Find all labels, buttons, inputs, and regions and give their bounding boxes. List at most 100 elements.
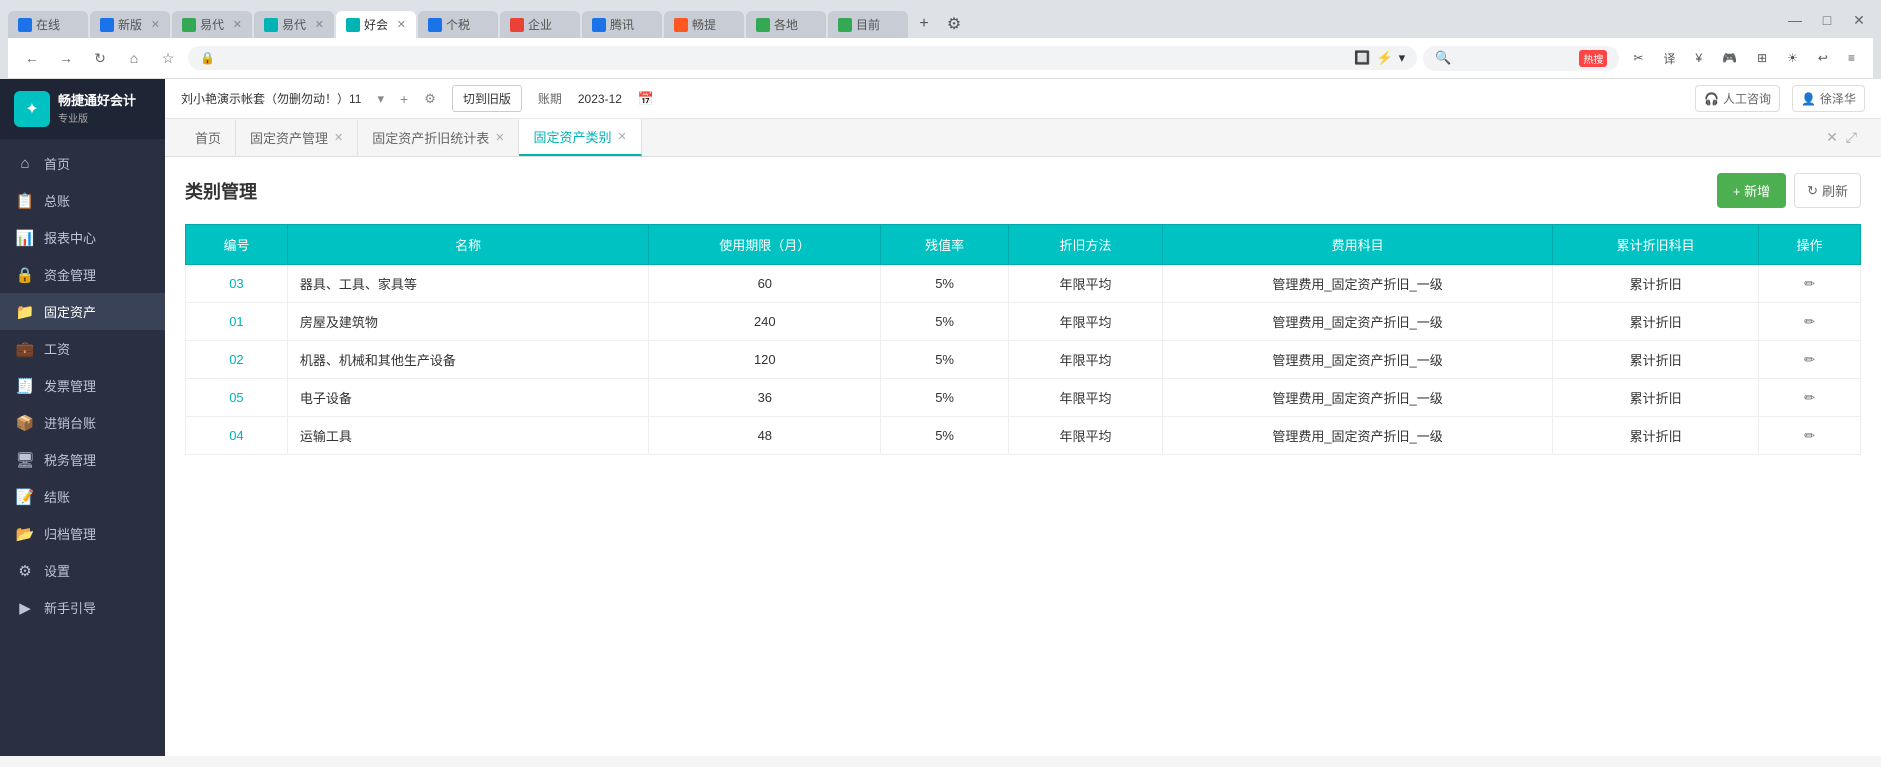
- cell-depreciation-0: 累计折旧: [1553, 265, 1759, 303]
- sidebar-item-guide[interactable]: ▶ 新手引导: [0, 589, 165, 626]
- forward-button[interactable]: →: [52, 44, 80, 72]
- browser-tab-t4[interactable]: 易代 ✕: [254, 11, 334, 38]
- dropdown-icon[interactable]: ▾: [1399, 50, 1406, 66]
- cell-id-4: 04: [186, 417, 288, 455]
- page-tab-home[interactable]: 首页: [181, 120, 236, 155]
- reload-button[interactable]: ↻: [86, 44, 114, 72]
- browser-tab-t5[interactable]: 好会 ✕: [336, 11, 416, 38]
- sidebar-item-archive[interactable]: 📂 归档管理: [0, 515, 165, 552]
- sidebar-item-settings[interactable]: ⚙ 设置: [0, 552, 165, 589]
- page-tab-depreciation[interactable]: 固定资产折旧统计表 ✕: [358, 120, 519, 155]
- edit-icon-3[interactable]: ✏: [1804, 390, 1815, 405]
- page-tab-close-category[interactable]: ✕: [618, 130, 627, 143]
- calendar-icon[interactable]: 📅: [638, 91, 654, 107]
- history-button[interactable]: ↩: [1810, 46, 1836, 71]
- period-label: 账期: [538, 90, 562, 107]
- scissors-button[interactable]: ✂: [1625, 46, 1651, 71]
- table-row: 03 器具、工具、家具等 60 5% 年限平均 管理费用_固定资产折旧_一级 累…: [186, 265, 1861, 303]
- sidebar-item-report[interactable]: 📊 报表中心: [0, 219, 165, 256]
- page-tab-expand-icon[interactable]: ⤢: [1846, 129, 1857, 146]
- browser-menu-button[interactable]: ≡: [1840, 46, 1863, 71]
- app-logo-text: 畅捷通好会计 专业版: [58, 93, 136, 125]
- tab-label-t7: 企业: [528, 16, 552, 33]
- back-button[interactable]: ←: [18, 44, 46, 72]
- page-tab-category[interactable]: 固定资产类别 ✕: [519, 119, 641, 156]
- tab-label-t1: 在线: [36, 16, 60, 33]
- game-button[interactable]: 🎮: [1714, 46, 1745, 71]
- switch-version-button[interactable]: 切到旧版: [452, 85, 522, 112]
- translate-button[interactable]: 译: [1655, 46, 1683, 71]
- content-area: 刘小艳演示帐套（勿删勿动！）11 ▾ + ⚙ 切到旧版 账期 2023-12 📅…: [165, 79, 1881, 756]
- home-button[interactable]: ⌂: [120, 44, 148, 72]
- refresh-button[interactable]: ↻ 刷新: [1794, 173, 1861, 208]
- edit-icon-1[interactable]: ✏: [1804, 314, 1815, 329]
- new-tab-button[interactable]: +: [910, 10, 938, 38]
- refresh-label: 刷新: [1822, 181, 1848, 200]
- cell-action-0[interactable]: ✏: [1759, 265, 1861, 303]
- bookmark-star-icon[interactable]: ⚡: [1376, 50, 1392, 66]
- page-tab-fixed-mgmt[interactable]: 固定资产管理 ✕: [236, 120, 358, 155]
- sidebar-item-stock[interactable]: 📦 进销台账: [0, 404, 165, 441]
- sidebar-item-fixed-assets[interactable]: 📁 固定资产: [0, 293, 165, 330]
- sidebar-item-checkout[interactable]: 📝 结账: [0, 478, 165, 515]
- add-account-button[interactable]: +: [400, 91, 408, 107]
- edit-icon-0[interactable]: ✏: [1804, 276, 1815, 291]
- close-window-button[interactable]: ✕: [1845, 6, 1873, 34]
- header-right: 🎧 人工咨询 👤 徐泽华: [1695, 85, 1865, 112]
- tab-settings-button[interactable]: ⚙: [940, 10, 968, 38]
- settings-gear-icon[interactable]: ⚙: [424, 91, 436, 107]
- sidebar-item-home[interactable]: ⌂ 首页: [0, 145, 165, 182]
- browser-tab-t1[interactable]: 在线: [8, 11, 88, 38]
- sidebar-item-invoice[interactable]: 🧾 发票管理: [0, 367, 165, 404]
- sidebar-item-tax[interactable]: 🖥 税务管理: [0, 441, 165, 478]
- browser-tab-t7[interactable]: 企业: [500, 11, 580, 38]
- page-tab-close-depreciation[interactable]: ✕: [495, 131, 504, 144]
- cell-action-1[interactable]: ✏: [1759, 303, 1861, 341]
- maximize-button[interactable]: □: [1813, 6, 1841, 34]
- cell-action-2[interactable]: ✏: [1759, 341, 1861, 379]
- edit-icon-2[interactable]: ✏: [1804, 352, 1815, 367]
- bookmark-button[interactable]: ☆: [154, 44, 182, 72]
- address-input[interactable]: https://cloud.chanjet.com/accounting/uw1…: [221, 51, 1348, 66]
- chevron-down-icon[interactable]: ▾: [377, 91, 384, 107]
- browser-tab-t10[interactable]: 各地: [746, 11, 826, 38]
- cell-action-4[interactable]: ✏: [1759, 417, 1861, 455]
- address-bar[interactable]: 🔒 https://cloud.chanjet.com/accounting/u…: [188, 46, 1417, 70]
- sidebar-item-funds[interactable]: 🔒 资金管理: [0, 256, 165, 293]
- page-tab-close-all-icon[interactable]: ✕: [1826, 129, 1838, 146]
- browser-tab-t11[interactable]: 目前: [828, 11, 908, 38]
- table-header: 编号 名称 使用期限（月） 残值率 折旧方法 费用科目 累计折旧科目 操作: [186, 225, 1861, 265]
- sidebar-label-checkout: 结账: [44, 487, 70, 506]
- user-profile-button[interactable]: 👤 徐泽华: [1792, 85, 1865, 112]
- theme-button[interactable]: ☀: [1779, 46, 1806, 71]
- sidebar-item-payroll[interactable]: 💼 工资: [0, 330, 165, 367]
- support-button[interactable]: 🎧 人工咨询: [1695, 85, 1780, 112]
- cell-action-3[interactable]: ✏: [1759, 379, 1861, 417]
- page-tab-close-fixed-mgmt[interactable]: ✕: [334, 131, 343, 144]
- add-button[interactable]: + 新增: [1717, 173, 1786, 208]
- sidebar-item-ledger[interactable]: 📋 总账: [0, 182, 165, 219]
- minimize-button[interactable]: —: [1781, 6, 1809, 34]
- sidebar-label-archive: 归档管理: [44, 524, 96, 543]
- search-bar[interactable]: 🔍 360智能抠图免费用 热搜: [1423, 46, 1619, 71]
- browser-tab-t3[interactable]: 易代 ✕: [172, 11, 252, 38]
- tab-label-t4: 易代: [282, 16, 306, 33]
- tab-close-t4[interactable]: ✕: [315, 18, 324, 31]
- search-input[interactable]: 360智能抠图免费用: [1455, 51, 1575, 65]
- coin-button[interactable]: ¥: [1687, 46, 1710, 71]
- edit-icon-4[interactable]: ✏: [1804, 428, 1815, 443]
- period-value: 2023-12: [578, 92, 622, 106]
- tab-close-t5[interactable]: ✕: [397, 18, 406, 31]
- table-row: 05 电子设备 36 5% 年限平均 管理费用_固定资产折旧_一级 累计折旧 ✏: [186, 379, 1861, 417]
- grid-button[interactable]: ⊞: [1749, 46, 1775, 71]
- browser-tab-t9[interactable]: 畅提: [664, 11, 744, 38]
- headset-icon: 🎧: [1704, 92, 1719, 106]
- browser-tab-t6[interactable]: 个税: [418, 11, 498, 38]
- browser-tab-t8[interactable]: 腾讯: [582, 11, 662, 38]
- site-info-icon[interactable]: 🔲: [1354, 50, 1370, 66]
- tab-close-t3[interactable]: ✕: [233, 18, 242, 31]
- tab-close-t2[interactable]: ✕: [151, 18, 160, 31]
- browser-tab-t2[interactable]: 新版 ✕: [90, 11, 170, 38]
- page-actions: + 新增 ↻ 刷新: [1717, 173, 1861, 208]
- col-header-action: 操作: [1759, 225, 1861, 265]
